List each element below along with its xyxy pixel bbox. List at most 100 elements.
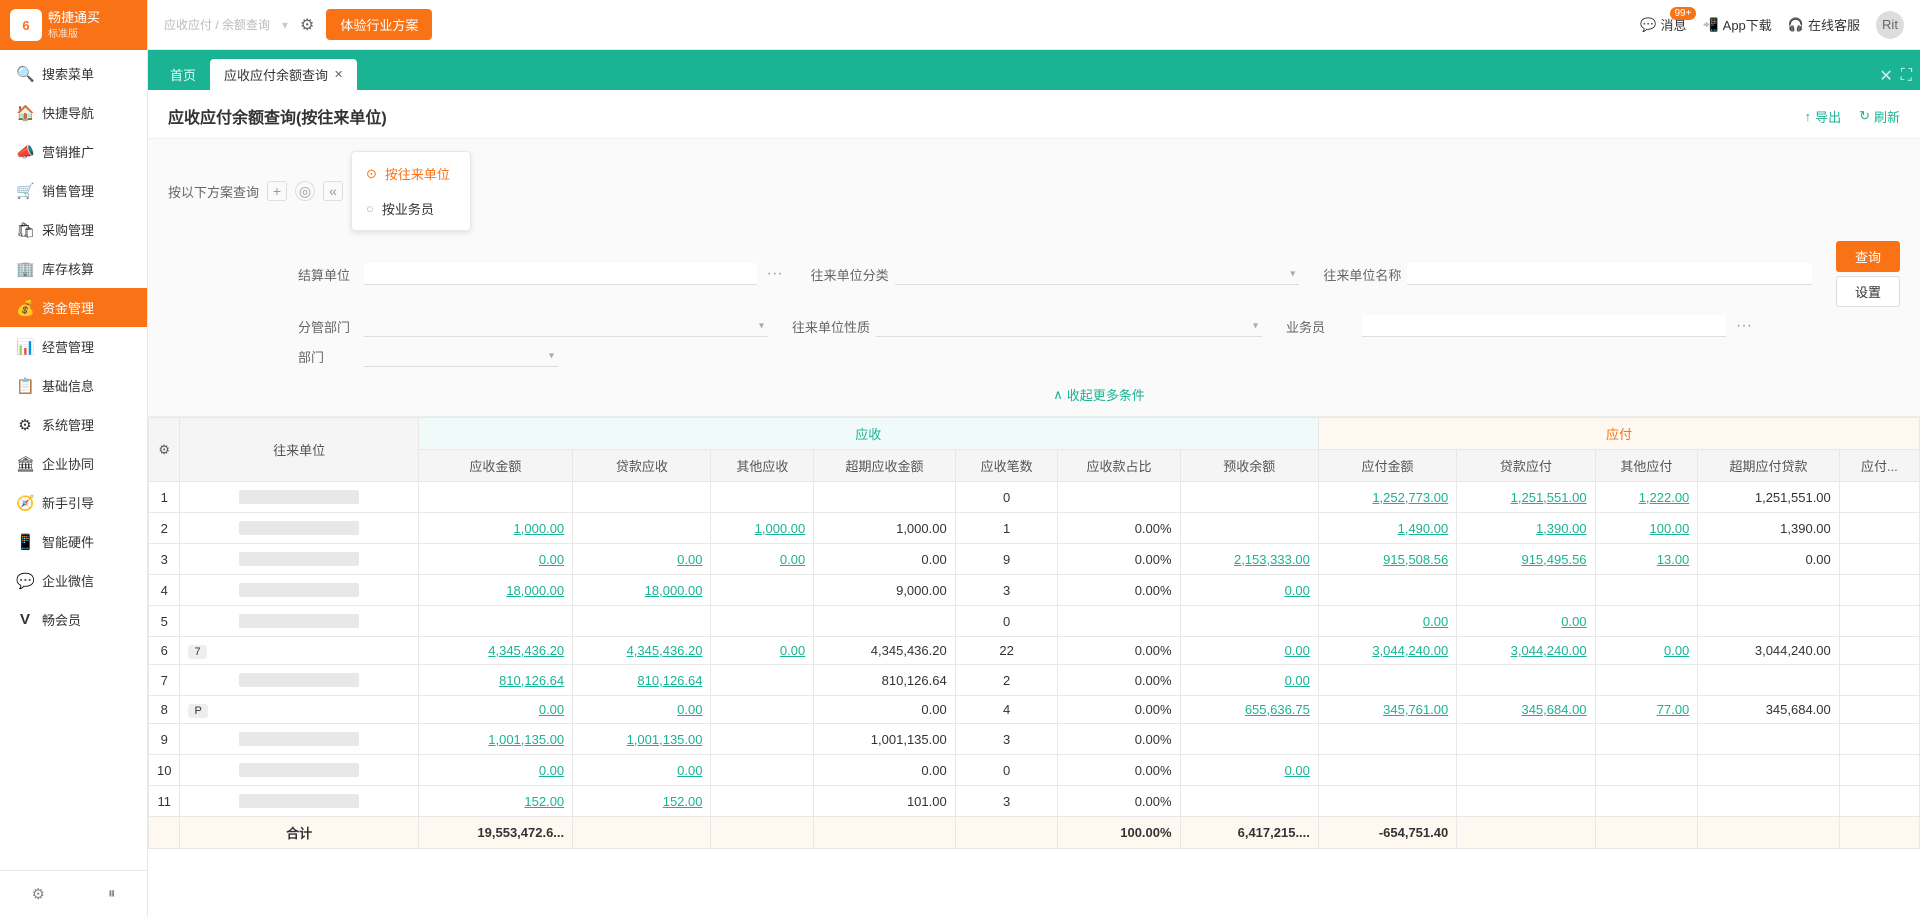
ar-amount-1[interactable]: 1,000.00 — [418, 513, 572, 544]
salesperson-input[interactable] — [1362, 315, 1726, 337]
salesperson-dots-btn[interactable]: ··· — [1732, 317, 1756, 335]
filter-target-btn[interactable]: ◎ — [295, 181, 315, 201]
th-ap-extra: 应付... — [1839, 450, 1919, 482]
sidebar-item-operations[interactable]: 📊 经营管理 — [0, 327, 147, 366]
ap-other-0[interactable]: 1,222.00 — [1595, 482, 1698, 513]
ar-other-1[interactable]: 1,000.00 — [711, 513, 814, 544]
ar-loan-10[interactable]: 152.00 — [573, 786, 711, 817]
sidebar-item-inventory[interactable]: 🏢 库存核算 — [0, 249, 147, 288]
ap-amount-5[interactable]: 3,044,240.00 — [1318, 637, 1456, 665]
collapse-more-btn[interactable]: ∧ 收起更多条件 — [1053, 385, 1145, 404]
ar-amount-7[interactable]: 0.00 — [418, 696, 572, 724]
th-ap-other: 其他应付 — [1595, 450, 1698, 482]
row-num-1: 2 — [149, 513, 180, 544]
sidebar-item-basicinfo[interactable]: 📋 基础信息 — [0, 366, 147, 405]
collapse-sidebar-btn[interactable]: ⏸ — [96, 879, 128, 909]
sidebar-item-search[interactable]: 🔍 搜索菜单 — [0, 54, 147, 93]
sidebar-item-hardware[interactable]: 📱 智能硬件 — [0, 522, 147, 561]
tab-close-window-icon[interactable]: ✕ — [1879, 66, 1892, 86]
sidebar-item-wechat[interactable]: 💬 企业微信 — [0, 561, 147, 600]
partner-nature-select[interactable] — [876, 315, 1262, 337]
ap-other-2[interactable]: 13.00 — [1595, 544, 1698, 575]
ar-loan-2[interactable]: 0.00 — [573, 544, 711, 575]
ap-amount-0[interactable]: 1,252,773.00 — [1318, 482, 1456, 513]
settlement-input[interactable] — [364, 263, 757, 285]
sidebar-item-finance[interactable]: 💰 资金管理 — [0, 288, 147, 327]
ap-amount-4[interactable]: 0.00 — [1318, 606, 1456, 637]
sidebar-item-quicknav[interactable]: 🏠 快捷导航 — [0, 93, 147, 132]
ap-other-1[interactable]: 100.00 — [1595, 513, 1698, 544]
ap-loan-2[interactable]: 915,495.56 — [1457, 544, 1595, 575]
filter-collapse-btn[interactable]: « — [323, 181, 343, 201]
filter-add-button[interactable]: + — [267, 181, 287, 201]
tab-arquery[interactable]: 应收应付余额查询 ✕ — [210, 59, 357, 90]
ar-loan-3[interactable]: 18,000.00 — [573, 575, 711, 606]
tab-home[interactable]: 首页 — [156, 59, 210, 90]
ar-other-5[interactable]: 0.00 — [711, 637, 814, 665]
sidebar-item-vip[interactable]: V 畅会员 — [0, 600, 147, 639]
ar-amount-3[interactable]: 18,000.00 — [418, 575, 572, 606]
dept-mgr-select[interactable] — [364, 315, 768, 337]
sidebar-item-sales[interactable]: 🛒 销售管理 — [0, 171, 147, 210]
ar-loan-7[interactable]: 0.00 — [573, 696, 711, 724]
sidebar-item-purchase[interactable]: 🛍 采购管理 — [0, 210, 147, 249]
settlement-dots-btn[interactable]: ··· — [763, 265, 787, 283]
dept-select[interactable] — [364, 345, 558, 367]
ar-prepay-5[interactable]: 0.00 — [1180, 637, 1318, 665]
ar-amount-6[interactable]: 810,126.64 — [418, 665, 572, 696]
th-ap-loan: 贷款应付 — [1457, 450, 1595, 482]
breadcrumb-dropdown-icon[interactable]: ▾ — [282, 18, 288, 32]
ap-amount-2[interactable]: 915,508.56 — [1318, 544, 1456, 575]
user-avatar[interactable]: Rit — [1876, 11, 1904, 39]
ar-amount-2[interactable]: 0.00 — [418, 544, 572, 575]
ar-prepay-9[interactable]: 0.00 — [1180, 755, 1318, 786]
ap-loan-7[interactable]: 345,684.00 — [1457, 696, 1595, 724]
tab-expand-icon[interactable]: ⛶ — [1901, 67, 1912, 85]
ar-ratio-10: 0.00% — [1058, 786, 1180, 817]
ar-amount-5[interactable]: 4,345,436.20 — [418, 637, 572, 665]
set-button[interactable]: 设置 — [1836, 276, 1900, 307]
ar-amount-8[interactable]: 1,001,135.00 — [418, 724, 572, 755]
ar-amount-10[interactable]: 152.00 — [418, 786, 572, 817]
scheme-item-byunit[interactable]: ⊙ 按往来单位 — [352, 156, 470, 191]
partner-name-input[interactable] — [1407, 263, 1812, 285]
ar-loan-9[interactable]: 0.00 — [573, 755, 711, 786]
ar-prepay-2[interactable]: 2,153,333.00 — [1180, 544, 1318, 575]
ap-loan-1[interactable]: 1,390.00 — [1457, 513, 1595, 544]
ap-loan-5[interactable]: 3,044,240.00 — [1457, 637, 1595, 665]
sidebar-item-enterprise[interactable]: 🏛 企业协同 — [0, 444, 147, 483]
online-service-button[interactable]: 🎧 在线客服 — [1788, 15, 1860, 34]
ar-other-2[interactable]: 0.00 — [711, 544, 814, 575]
settings-bottom-btn[interactable]: ⚙ — [20, 879, 57, 909]
scheme-byunit-label: 按往来单位 — [385, 164, 450, 183]
app-download-button[interactable]: 📲 App下载 — [1702, 15, 1771, 34]
message-button[interactable]: 💬 消息 99+ — [1640, 15, 1686, 34]
ap-loan-4[interactable]: 0.00 — [1457, 606, 1595, 637]
ap-amount-7[interactable]: 345,761.00 — [1318, 696, 1456, 724]
ar-amount-9[interactable]: 0.00 — [418, 755, 572, 786]
ar-loan-6[interactable]: 810,126.64 — [573, 665, 711, 696]
th-settings[interactable]: ⚙ — [149, 418, 180, 482]
export-button[interactable]: ↑ 导出 — [1805, 107, 1842, 126]
ap-loan-0[interactable]: 1,251,551.00 — [1457, 482, 1595, 513]
trial-button[interactable]: 体验行业方案 — [326, 9, 432, 40]
ap-other-7[interactable]: 77.00 — [1595, 696, 1698, 724]
table-settings-icon[interactable]: ⚙ — [158, 442, 170, 457]
ar-prepay-7[interactable]: 655,636.75 — [1180, 696, 1318, 724]
ar-loan-5[interactable]: 4,345,436.20 — [573, 637, 711, 665]
refresh-button[interactable]: ↻ 刷新 — [1859, 107, 1900, 126]
sidebar-item-guide[interactable]: 🧭 新手引导 — [0, 483, 147, 522]
header-settings-icon[interactable]: ⚙ — [296, 11, 318, 39]
partner-category-select[interactable] — [895, 263, 1300, 285]
ar-prepay-3[interactable]: 0.00 — [1180, 575, 1318, 606]
sidebar-item-marketing[interactable]: 📣 营销推广 — [0, 132, 147, 171]
ar-loan-8[interactable]: 1,001,135.00 — [573, 724, 711, 755]
sidebar-item-system[interactable]: ⚙ 系统管理 — [0, 405, 147, 444]
ap-amount-1[interactable]: 1,490.00 — [1318, 513, 1456, 544]
row-num-6: 7 — [149, 665, 180, 696]
ar-prepay-6[interactable]: 0.00 — [1180, 665, 1318, 696]
scheme-item-bysales[interactable]: ○ 按业务员 — [352, 191, 470, 226]
query-button[interactable]: 查询 — [1836, 241, 1900, 272]
tab-close-icon[interactable]: ✕ — [334, 68, 343, 81]
ap-other-5[interactable]: 0.00 — [1595, 637, 1698, 665]
